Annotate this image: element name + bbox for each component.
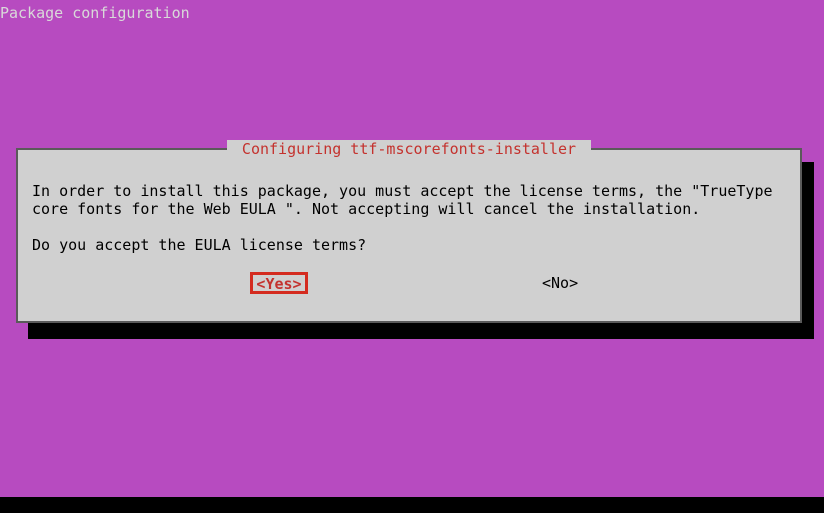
config-dialog: Configuring ttf-mscorefonts-installer In… bbox=[16, 148, 802, 323]
page-title: Package configuration bbox=[0, 4, 190, 22]
dialog-title-wrap: Configuring ttf-mscorefonts-installer bbox=[18, 140, 800, 158]
dialog-text-line1: In order to install this package, you mu… bbox=[32, 182, 786, 218]
bottom-bar bbox=[0, 505, 824, 513]
yes-button[interactable]: <Yes> bbox=[250, 272, 308, 294]
dialog-title: Configuring ttf-mscorefonts-installer bbox=[227, 140, 591, 158]
terminal-screen: Package configuration Configuring ttf-ms… bbox=[0, 0, 824, 497]
dialog-text-line2: Do you accept the EULA license terms? bbox=[32, 236, 786, 254]
dialog-button-row: <Yes> <No> bbox=[18, 272, 800, 298]
no-button[interactable]: <No> bbox=[542, 274, 578, 292]
dialog-body: In order to install this package, you mu… bbox=[32, 182, 786, 272]
